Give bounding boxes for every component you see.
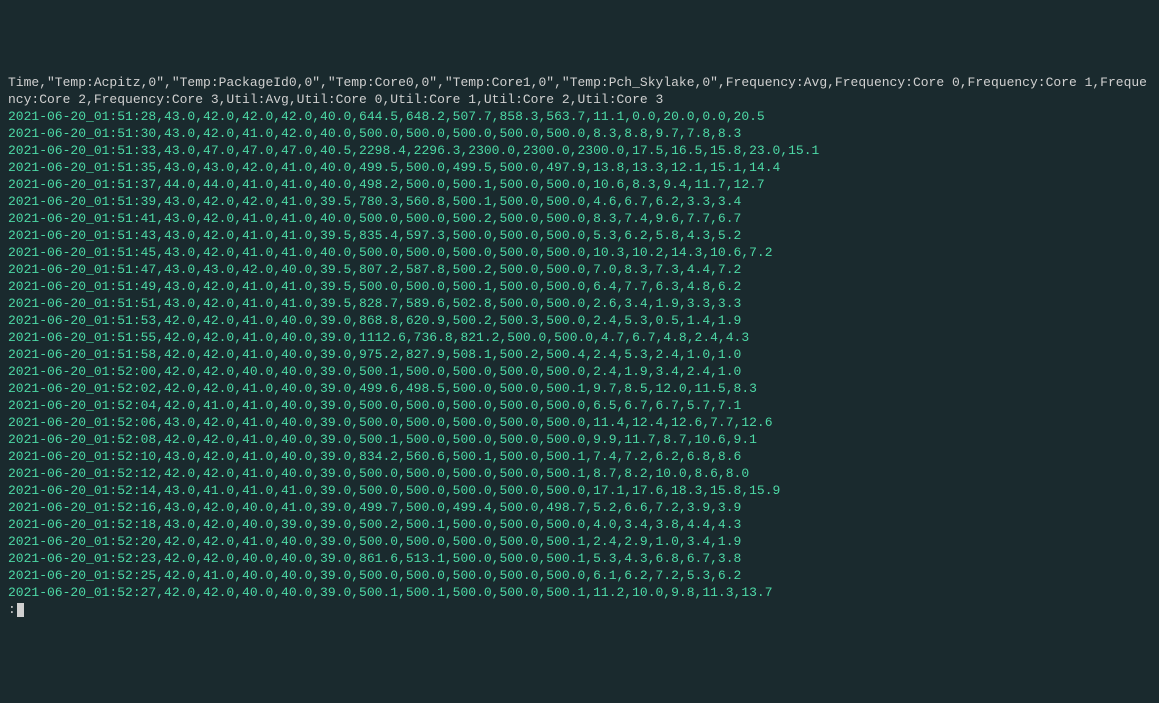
data-row: 2021-06-20_01:51:49,43.0,42.0,41.0,41.0,… (8, 278, 1151, 295)
data-row: 2021-06-20_01:52:14,43.0,41.0,41.0,41.0,… (8, 482, 1151, 499)
data-row: 2021-06-20_01:51:28,43.0,42.0,42.0,42.0,… (8, 108, 1151, 125)
data-row: 2021-06-20_01:52:16,43.0,42.0,40.0,41.0,… (8, 499, 1151, 516)
data-row: 2021-06-20_01:51:53,42.0,42.0,41.0,40.0,… (8, 312, 1151, 329)
data-row: 2021-06-20_01:52:12,42.0,42.0,41.0,40.0,… (8, 465, 1151, 482)
data-row: 2021-06-20_01:52:02,42.0,42.0,41.0,40.0,… (8, 380, 1151, 397)
data-row: 2021-06-20_01:51:30,43.0,42.0,41.0,42.0,… (8, 125, 1151, 142)
cursor (17, 603, 24, 617)
data-row: 2021-06-20_01:51:58,42.0,42.0,41.0,40.0,… (8, 346, 1151, 363)
terminal-output[interactable]: Time,"Temp:Acpitz,0","Temp:PackageId0,0"… (8, 74, 1151, 618)
data-row: 2021-06-20_01:52:20,42.0,42.0,41.0,40.0,… (8, 533, 1151, 550)
data-row: 2021-06-20_01:51:47,43.0,43.0,42.0,40.0,… (8, 261, 1151, 278)
data-row: 2021-06-20_01:51:37,44.0,44.0,41.0,41.0,… (8, 176, 1151, 193)
data-row: 2021-06-20_01:51:39,43.0,42.0,42.0,41.0,… (8, 193, 1151, 210)
data-row: 2021-06-20_01:51:51,43.0,42.0,41.0,41.0,… (8, 295, 1151, 312)
data-row: 2021-06-20_01:52:27,42.0,42.0,40.0,40.0,… (8, 584, 1151, 601)
data-row: 2021-06-20_01:51:41,43.0,42.0,41.0,41.0,… (8, 210, 1151, 227)
data-row: 2021-06-20_01:52:04,42.0,41.0,41.0,40.0,… (8, 397, 1151, 414)
data-row: 2021-06-20_01:51:55,42.0,42.0,41.0,40.0,… (8, 329, 1151, 346)
data-row: 2021-06-20_01:52:23,42.0,42.0,40.0,40.0,… (8, 550, 1151, 567)
prompt-char: : (8, 602, 16, 617)
data-row: 2021-06-20_01:52:06,43.0,42.0,41.0,40.0,… (8, 414, 1151, 431)
data-row: 2021-06-20_01:51:43,43.0,42.0,41.0,41.0,… (8, 227, 1151, 244)
pager-prompt[interactable]: : (8, 602, 24, 617)
data-row: 2021-06-20_01:52:25,42.0,41.0,40.0,40.0,… (8, 567, 1151, 584)
csv-header-line: Time,"Temp:Acpitz,0","Temp:PackageId0,0"… (8, 74, 1151, 108)
data-row: 2021-06-20_01:52:18,43.0,42.0,40.0,39.0,… (8, 516, 1151, 533)
data-row: 2021-06-20_01:52:10,43.0,42.0,41.0,40.0,… (8, 448, 1151, 465)
data-row: 2021-06-20_01:51:33,43.0,47.0,47.0,47.0,… (8, 142, 1151, 159)
data-row: 2021-06-20_01:51:45,43.0,42.0,41.0,41.0,… (8, 244, 1151, 261)
data-row: 2021-06-20_01:52:08,42.0,42.0,41.0,40.0,… (8, 431, 1151, 448)
data-row: 2021-06-20_01:52:00,42.0,42.0,40.0,40.0,… (8, 363, 1151, 380)
data-row: 2021-06-20_01:51:35,43.0,43.0,42.0,41.0,… (8, 159, 1151, 176)
